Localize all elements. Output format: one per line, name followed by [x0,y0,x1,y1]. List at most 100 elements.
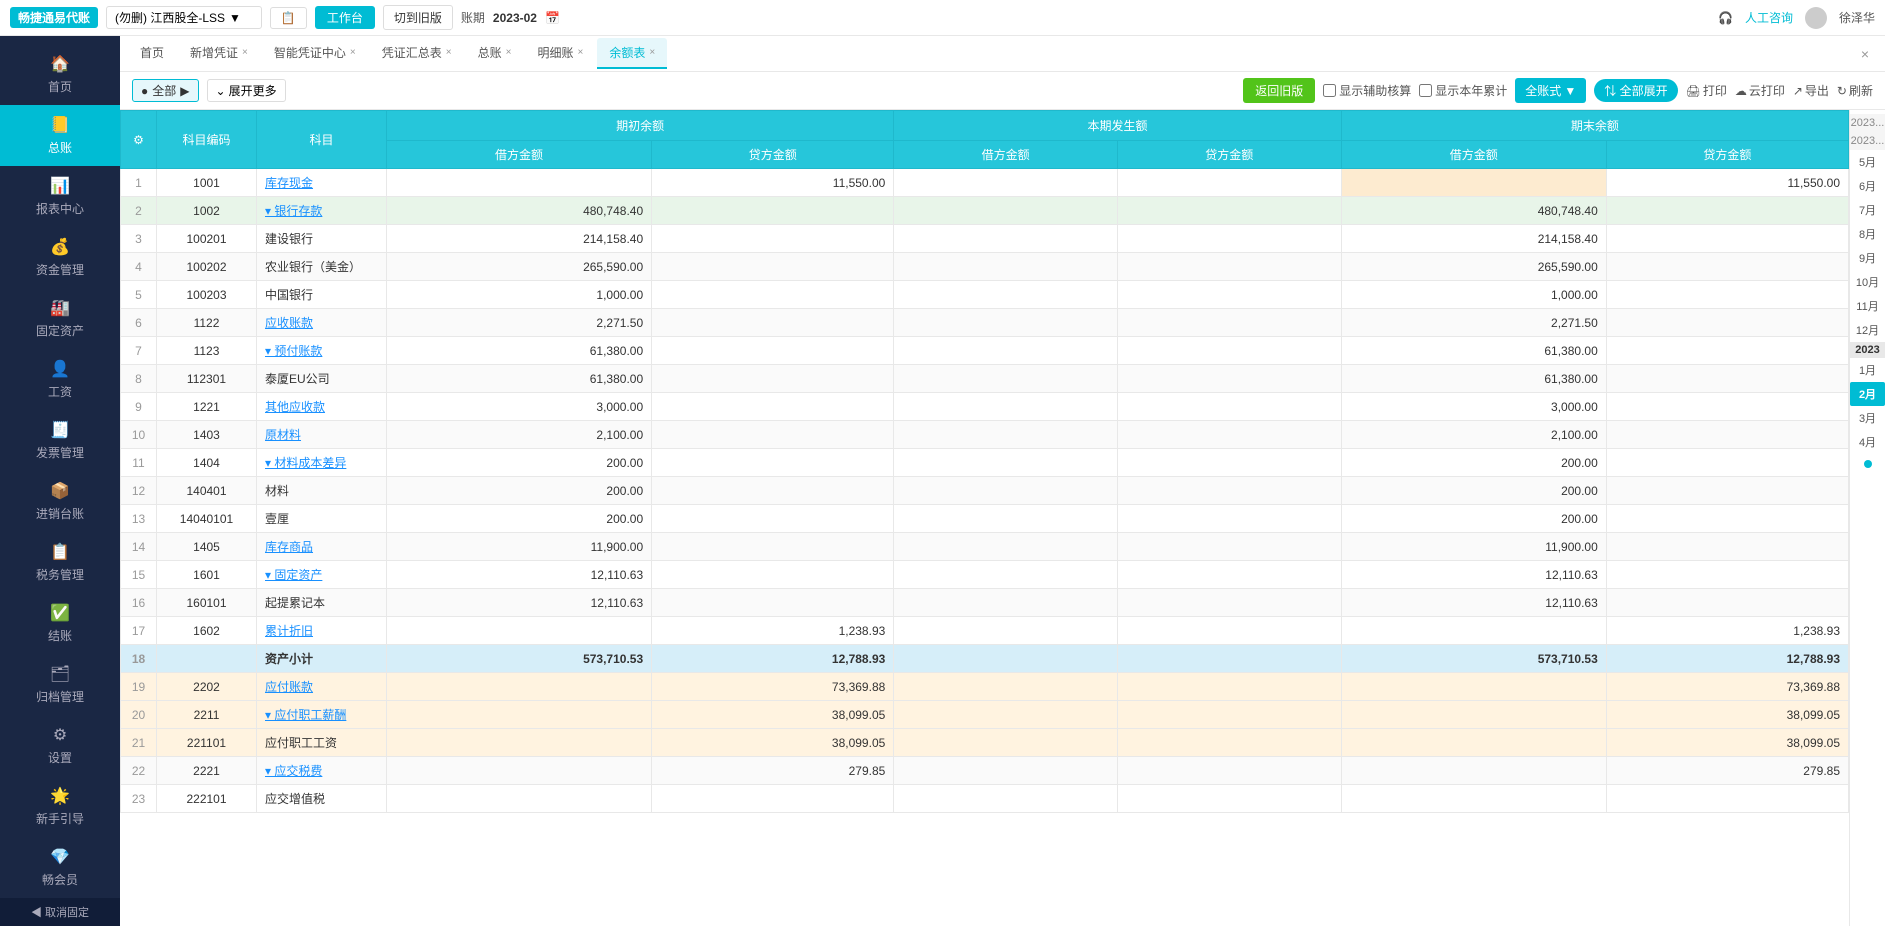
filter-all-tag[interactable]: ● 全部 ▶ [132,79,199,102]
copy-btn[interactable]: 📋 [270,7,307,29]
sidebar-item-settings[interactable]: ⚙ 设置 [0,715,120,776]
end-debit [1341,169,1606,197]
cloud-print-label: 云打印 [1749,82,1785,99]
account-name: 材料 [257,477,387,505]
account-code: 1405 [157,533,257,561]
tab-close-all[interactable]: × [1853,46,1877,62]
right-panel-month-6[interactable]: 6月 [1850,174,1885,198]
right-panel-month-10[interactable]: 10月 [1850,270,1885,294]
switch-btn[interactable]: 切到旧版 [383,5,453,30]
print-btn[interactable]: 🖨 打印 [1686,82,1727,99]
cur-debit [894,477,1118,505]
account-name[interactable]: ▾ 应付职工薪酬 [257,701,387,729]
account-name[interactable]: ▾ 预付账款 [257,337,387,365]
sidebar-item-capital[interactable]: 💰 资金管理 [0,227,120,288]
right-panel-month-8[interactable]: 8月 [1850,222,1885,246]
right-panel-month-5[interactable]: 5月 [1850,150,1885,174]
consult-label[interactable]: 人工咨询 [1745,9,1793,26]
col-settings-header[interactable]: ⚙ [121,111,157,169]
calendar-icon[interactable]: 📅 [545,11,560,25]
export-btn[interactable]: ↗ 导出 [1793,82,1829,99]
account-name[interactable]: 库存现金 [257,169,387,197]
sidebar-item-settle[interactable]: ✅ 结账 [0,593,120,654]
sidebar-item-guide[interactable]: 🌟 新手引导 [0,776,120,837]
cur-credit [1117,281,1341,309]
return-old-btn[interactable]: 返回旧版 [1243,78,1315,103]
right-panel-month-7[interactable]: 7月 [1850,198,1885,222]
tab-smart-center[interactable]: 智能凭证中心 × [262,38,368,69]
account-name[interactable]: 累计折旧 [257,617,387,645]
account-name[interactable]: ▾ 固定资产 [257,561,387,589]
right-panel-month-2[interactable]: 2月 [1850,382,1885,406]
style-btn[interactable]: 全账式 ▼ [1515,78,1586,103]
account-name[interactable]: 应收账款 [257,309,387,337]
sidebar-item-salary[interactable]: 👤 工资 [0,349,120,410]
chk-aux-input[interactable] [1323,84,1336,97]
cloud-print-btn[interactable]: ☁ 云打印 [1735,82,1785,99]
right-panel-month-1[interactable]: 1月 [1850,358,1885,382]
table-row: 18 资产小计 573,710.53 12,788.93 573,710.53 … [121,645,1849,673]
tab-ledger-close[interactable]: × [506,47,512,58]
tab-home[interactable]: 首页 [128,38,176,69]
col-open-debit: 借方金额 [387,141,652,169]
account-code: 14040101 [157,505,257,533]
chk-ytd-label[interactable]: 显示本年累计 [1419,82,1507,99]
account-name[interactable]: 原材料 [257,421,387,449]
right-panel-month-12[interactable]: 12月 [1850,318,1885,342]
end-credit [1606,393,1848,421]
sidebar-item-archive[interactable]: 🗂 归档管理 [0,654,120,715]
tab-smart-center-close[interactable]: × [350,47,356,58]
expand-all-btn[interactable]: ⇅ 全部展开 [1594,79,1677,102]
style-btn-label: 全账式 [1525,82,1561,99]
workbench-btn[interactable]: 工作台 [315,6,375,29]
sidebar-label-report: 报表中心 [36,200,84,217]
sidebar-label-fixed: 固定资产 [36,322,84,339]
expand-btn[interactable]: ⌄ 展开更多 [207,79,286,102]
tab-new-voucher-close[interactable]: × [242,47,248,58]
tab-voucher-summary-close[interactable]: × [446,47,452,58]
panel-dot-1 [1864,458,1872,470]
sidebar-label-settings: 设置 [48,749,72,766]
sidebar-item-invoice[interactable]: 🧾 发票管理 [0,410,120,471]
cur-debit [894,197,1118,225]
cur-credit [1117,617,1341,645]
tab-ledger[interactable]: 总账 × [466,38,524,69]
account-name[interactable]: ▾ 材料成本差异 [257,449,387,477]
end-debit: 3,000.00 [1341,393,1606,421]
open-debit [387,673,652,701]
tab-balance[interactable]: 余额表 × [597,38,667,69]
sidebar-item-fixed[interactable]: 🏭 固定资产 [0,288,120,349]
refresh-btn[interactable]: ↻ 刷新 [1837,82,1873,99]
tab-balance-close[interactable]: × [649,47,655,58]
end-debit: 573,710.53 [1341,645,1606,673]
chk-aux-label[interactable]: 显示辅助核算 [1323,82,1411,99]
sidebar-item-member[interactable]: 💎 畅会员 [0,837,120,898]
account-name: 资产小计 [257,645,387,673]
sidebar-item-purchase[interactable]: 📦 进销台账 [0,471,120,532]
cur-credit [1117,561,1341,589]
app-logo: 畅捷通易代账 [10,7,98,28]
right-panel-month-9[interactable]: 9月 [1850,246,1885,270]
company-select[interactable]: (勿删) 江西股全-LSS ▼ [106,6,262,29]
unpin-btn[interactable]: ◀ 取消固定 [0,898,120,926]
account-name[interactable]: 应付账款 [257,673,387,701]
sidebar-item-home[interactable]: 🏠 首页 [0,44,120,105]
right-panel-month-11[interactable]: 11月 [1850,294,1885,318]
chk-ytd-input[interactable] [1419,84,1432,97]
tab-new-voucher[interactable]: 新增凭证 × [178,38,260,69]
right-panel-month-4[interactable]: 4月 [1850,430,1885,454]
right-panel-month-3[interactable]: 3月 [1850,406,1885,430]
sidebar-item-ledger[interactable]: 📒 总账 [0,105,120,166]
tab-detail-close[interactable]: × [577,47,583,58]
cur-debit [894,505,1118,533]
tab-detail[interactable]: 明细账 × [525,38,595,69]
account-name[interactable]: ▾ 应交税费 [257,757,387,785]
tab-ledger-label: 总账 [478,44,502,61]
account-name[interactable]: 其他应收款 [257,393,387,421]
account-name[interactable]: 库存商品 [257,533,387,561]
tab-voucher-summary[interactable]: 凭证汇总表 × [370,38,464,69]
sidebar-item-report[interactable]: 📊 报表中心 [0,166,120,227]
sidebar-item-tax[interactable]: 📋 税务管理 [0,532,120,593]
account-name[interactable]: ▾ 银行存款 [257,197,387,225]
col-end-header: 期末余额 [1341,111,1848,141]
